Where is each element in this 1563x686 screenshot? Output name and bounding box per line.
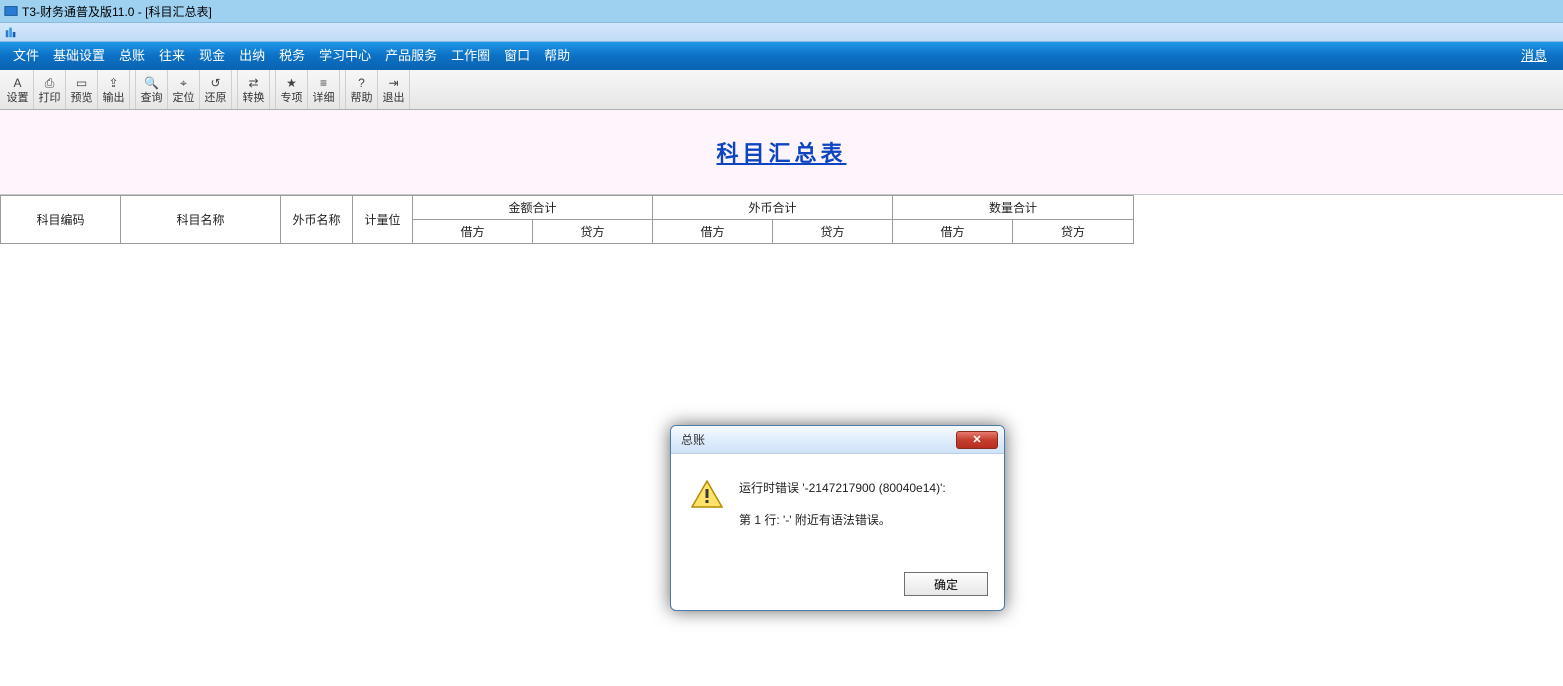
sub-titlebar	[0, 22, 1563, 42]
preview-icon: ▭	[74, 75, 90, 91]
locate-button[interactable]: ⌖定位	[168, 70, 200, 109]
menu-product[interactable]: 产品服务	[378, 42, 444, 70]
menu-message[interactable]: 消息	[1514, 42, 1557, 70]
report-title: 科目汇总表	[716, 136, 846, 168]
dialog-line2: 第 1 行: '-' 附近有语法错误。	[739, 510, 946, 530]
menu-base[interactable]: 基础设置	[46, 42, 112, 70]
menu-help[interactable]: 帮助	[537, 42, 577, 70]
detail-button[interactable]: ≡详细	[308, 70, 340, 109]
convert-button[interactable]: ⇄转换	[238, 70, 270, 109]
warning-icon	[691, 480, 723, 508]
settings-button[interactable]: A设置	[2, 70, 34, 109]
special-label: 专项	[281, 92, 303, 104]
help-icon: ?	[354, 75, 370, 91]
summary-table: 科目编码 科目名称 外币名称 计量位 金额合计 外币合计 数量合计 借方 贷方 …	[0, 195, 1134, 244]
print-icon: ⎙	[42, 75, 58, 91]
dialog-titlebar[interactable]: 总账 ✕	[671, 426, 1004, 454]
ok-button[interactable]: 确定	[904, 572, 988, 596]
exit-label: 退出	[383, 92, 405, 104]
detail-icon: ≡	[316, 75, 332, 91]
convert-icon: ⇄	[246, 75, 262, 91]
menu-arap[interactable]: 往来	[152, 42, 192, 70]
special-icon: ★	[284, 75, 300, 91]
restore-button[interactable]: ↺还原	[200, 70, 232, 109]
dialog-title: 总账	[681, 431, 956, 448]
menu-window[interactable]: 窗口	[497, 42, 537, 70]
col-fname: 外币名称	[281, 196, 353, 244]
col-qty-debit: 借方	[893, 220, 1013, 244]
print-button[interactable]: ⎙打印	[34, 70, 66, 109]
col-qty-group: 数量合计	[893, 196, 1134, 220]
help-label: 帮助	[351, 92, 373, 104]
col-amount-credit: 贷方	[533, 220, 653, 244]
logo-icon	[4, 25, 18, 39]
menubar: 文件 基础设置 总账 往来 现金 出纳 税务 学习中心 产品服务 工作圈 窗口 …	[0, 42, 1563, 70]
locate-icon: ⌖	[176, 75, 192, 91]
col-foreign-credit: 贷方	[773, 220, 893, 244]
special-button[interactable]: ★专项	[276, 70, 308, 109]
export-icon: ⇪	[106, 75, 122, 91]
query-button[interactable]: 🔍查询	[136, 70, 168, 109]
preview-label: 预览	[71, 92, 93, 104]
error-dialog: 总账 ✕ 运行时错误 '-2147217900 (80040e14)': 第 1…	[670, 425, 1005, 611]
dialog-body: 运行时错误 '-2147217900 (80040e14)': 第 1 行: '…	[671, 454, 1004, 564]
export-button[interactable]: ⇪输出	[98, 70, 130, 109]
dialog-close-button[interactable]: ✕	[956, 431, 998, 449]
convert-label: 转换	[243, 92, 265, 104]
toolbar: A设置⎙打印▭预览⇪输出🔍查询⌖定位↺还原⇄转换★专项≡详细?帮助⇥退出	[0, 70, 1563, 110]
menu-workcircle[interactable]: 工作圈	[444, 42, 497, 70]
window-title: T3-财务通普及版11.0 - [科目汇总表]	[22, 3, 212, 20]
detail-label: 详细	[313, 92, 335, 104]
menu-gl[interactable]: 总账	[112, 42, 152, 70]
settings-icon: A	[10, 75, 26, 91]
col-qty-credit: 贷方	[1013, 220, 1134, 244]
dialog-text: 运行时错误 '-2147217900 (80040e14)': 第 1 行: '…	[739, 478, 946, 554]
app-icon	[4, 4, 18, 18]
settings-label: 设置	[7, 92, 29, 104]
dialog-footer: 确定	[671, 564, 1004, 610]
col-name: 科目名称	[121, 196, 281, 244]
col-foreign-debit: 借方	[653, 220, 773, 244]
col-amount-group: 金额合计	[413, 196, 653, 220]
menu-cashier[interactable]: 出纳	[232, 42, 272, 70]
export-label: 输出	[103, 92, 125, 104]
menu-cash[interactable]: 现金	[192, 42, 232, 70]
col-amount-debit: 借方	[413, 220, 533, 244]
col-unit: 计量位	[353, 196, 413, 244]
preview-button[interactable]: ▭预览	[66, 70, 98, 109]
help-button[interactable]: ?帮助	[346, 70, 378, 109]
menu-file[interactable]: 文件	[6, 42, 46, 70]
menu-tax[interactable]: 税务	[272, 42, 312, 70]
exit-icon: ⇥	[386, 75, 402, 91]
dialog-line1: 运行时错误 '-2147217900 (80040e14)':	[739, 478, 946, 498]
col-code: 科目编码	[1, 196, 121, 244]
print-label: 打印	[39, 92, 61, 104]
restore-label: 还原	[205, 92, 227, 104]
report-title-area: 科目汇总表	[0, 110, 1563, 195]
locate-label: 定位	[173, 92, 195, 104]
window-titlebar: T3-财务通普及版11.0 - [科目汇总表]	[0, 0, 1563, 22]
query-label: 查询	[141, 92, 163, 104]
exit-button[interactable]: ⇥退出	[378, 70, 410, 109]
col-foreign-group: 外币合计	[653, 196, 893, 220]
restore-icon: ↺	[208, 75, 224, 91]
query-icon: 🔍	[144, 75, 160, 91]
table-header-wrap: 科目编码 科目名称 外币名称 计量位 金额合计 外币合计 数量合计 借方 贷方 …	[0, 195, 1134, 244]
menu-learn[interactable]: 学习中心	[312, 42, 378, 70]
